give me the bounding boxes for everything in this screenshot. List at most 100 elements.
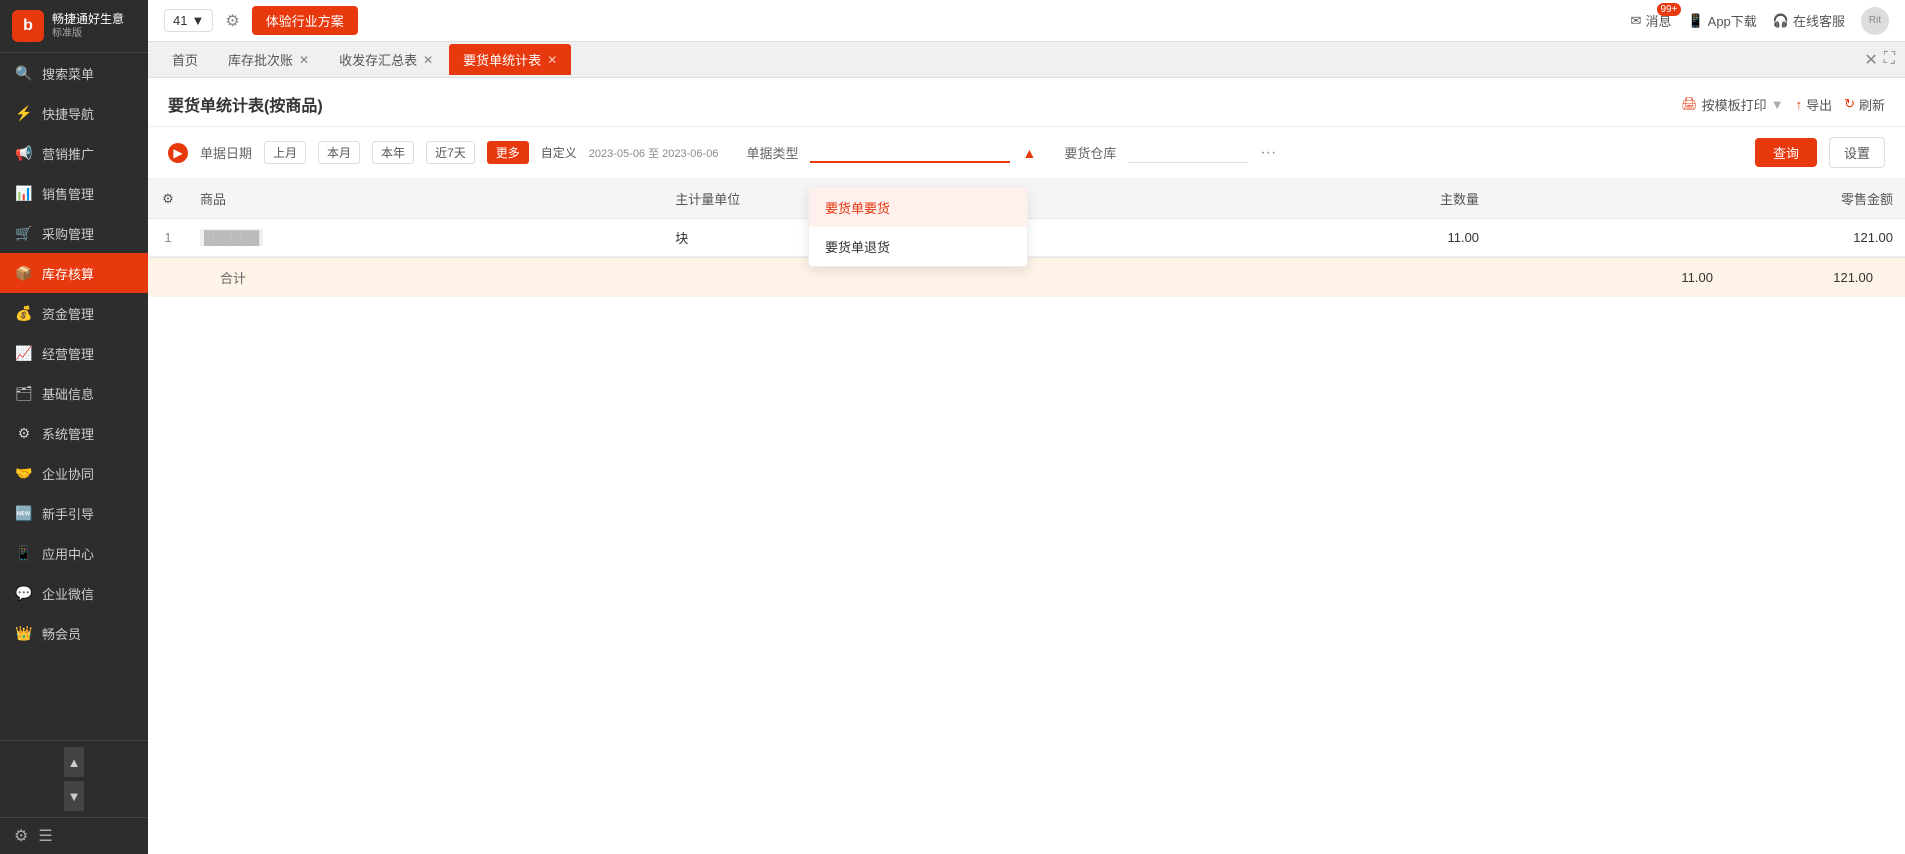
sidebar-item-operations[interactable]: 📈经营管理 bbox=[0, 333, 148, 373]
last-7-days-btn[interactable]: 近7天 bbox=[426, 141, 475, 164]
tab-close-batch[interactable]: ✕ bbox=[299, 53, 309, 67]
sidebar-item-marketing[interactable]: 📢营销推广 bbox=[0, 133, 148, 173]
basic-icon: 🗂 bbox=[14, 383, 34, 403]
download-icon: 📱 bbox=[1687, 13, 1703, 29]
query-btn[interactable]: 查询 bbox=[1755, 138, 1817, 167]
tab-label-summary: 收发存汇总表 bbox=[339, 50, 417, 69]
sidebar-item-guide[interactable]: 🆕新手引导 bbox=[0, 493, 148, 533]
main-area: 41 ▼ ⚙ 体验行业方案 ✉ 消息 99+ 📱 App下载 🎧 在线客服 Ri… bbox=[148, 0, 1905, 854]
sidebar-item-inventory[interactable]: 📦库存核算 bbox=[0, 253, 148, 293]
warehouse-label: 要货仓库 bbox=[1064, 143, 1116, 162]
sales-icon: 📊 bbox=[14, 183, 34, 203]
company-selector[interactable]: 41 ▼ bbox=[164, 9, 213, 32]
print-chevron-icon: ▼ bbox=[1771, 97, 1784, 112]
refresh-btn[interactable]: ↻ 刷新 bbox=[1844, 95, 1885, 114]
sidebar-item-purchase[interactable]: 🛒采购管理 bbox=[0, 213, 148, 253]
sidebar-item-quicknav[interactable]: ⚡快捷导航 bbox=[0, 93, 148, 133]
type-label: 单据类型 bbox=[746, 143, 798, 162]
sidebar-item-finance[interactable]: 💰资金管理 bbox=[0, 293, 148, 333]
purchase-icon: 🛒 bbox=[14, 223, 34, 243]
tab-order_stat[interactable]: 要货单统计表✕ bbox=[449, 44, 571, 75]
settings-btn[interactable]: 设置 bbox=[1829, 137, 1885, 168]
sidebar-item-label-basic: 基础信息 bbox=[42, 384, 94, 403]
filter-more-icon[interactable]: ··· bbox=[1260, 144, 1276, 162]
tab-home[interactable]: 首页 bbox=[158, 44, 212, 75]
this-year-btn[interactable]: 本年 bbox=[372, 141, 414, 164]
dropdown-item-return[interactable]: 要货单退货 bbox=[809, 227, 1027, 266]
export-btn[interactable]: ↑ 导出 bbox=[1796, 95, 1833, 114]
page-header-actions: 🖨 按模板打印 ▼ ↑ 导出 ↻ 刷新 bbox=[1681, 95, 1885, 114]
topbar: 41 ▼ ⚙ 体验行业方案 ✉ 消息 99+ 📱 App下载 🎧 在线客服 Ri… bbox=[148, 0, 1905, 42]
date-range-display: 2023-05-06 至 2023-06-06 bbox=[589, 145, 719, 161]
vip-icon: 👑 bbox=[14, 623, 34, 643]
sidebar-item-basic[interactable]: 🗂 基础信息 bbox=[0, 373, 148, 413]
sidebar-item-apps[interactable]: 📱 应用中心 bbox=[0, 533, 148, 573]
trial-btn[interactable]: 体验行业方案 bbox=[252, 6, 358, 35]
tab-close-order_stat[interactable]: ✕ bbox=[547, 53, 557, 67]
dropdown-item-order[interactable]: 要货单要货 bbox=[809, 188, 1027, 227]
sidebar-nav: 🔍搜索菜单⚡快捷导航📢营销推广📊销售管理🛒采购管理📦库存核算💰资金管理📈经营管理… bbox=[0, 53, 148, 740]
tab-expand-icon[interactable]: ⛶ bbox=[1884, 50, 1895, 70]
refresh-icon: ↻ bbox=[1844, 96, 1855, 112]
last-month-btn[interactable]: 上月 bbox=[264, 141, 306, 164]
sidebar-item-label-guide: 新手引导 bbox=[42, 504, 94, 523]
sidebar-item-wechat[interactable]: 💬企业微信 bbox=[0, 573, 148, 613]
this-month-btn[interactable]: 本月 bbox=[318, 141, 360, 164]
print-btn[interactable]: 🖨 按模板打印 ▼ bbox=[1681, 95, 1783, 114]
row-qty-0: 11.00 bbox=[1148, 219, 1491, 257]
col-amount-header: 零售金额 bbox=[1491, 179, 1905, 219]
enterprise-icon: 🤝 bbox=[14, 463, 34, 483]
row-num-0: 1 bbox=[148, 219, 188, 257]
app-logo-icon: b bbox=[12, 10, 44, 42]
topbar-settings-icon[interactable]: ⚙ bbox=[225, 11, 239, 31]
tab-label-home: 首页 bbox=[172, 50, 198, 69]
type-dropdown-arrow[interactable]: ▲ bbox=[1022, 145, 1036, 161]
filter-bar: ▶ 单据日期 上月 本月 本年 近7天 更多 自定义 2023-05-06 至 … bbox=[148, 127, 1905, 179]
tab-batch[interactable]: 库存批次账 ✕ bbox=[214, 44, 323, 75]
total-values: 11.00 121.00 bbox=[1633, 270, 1893, 285]
avatar[interactable]: Rit bbox=[1861, 7, 1889, 35]
more-date-btn[interactable]: 更多 bbox=[487, 141, 529, 164]
quicknav-icon: ⚡ bbox=[14, 103, 34, 123]
settings-icon[interactable]: ⚙ bbox=[14, 826, 28, 846]
tab-summary[interactable]: 收发存汇总表 ✕ bbox=[325, 44, 447, 75]
warehouse-input[interactable] bbox=[1128, 143, 1248, 163]
page-header: 要货单统计表(按商品) 🖨 按模板打印 ▼ ↑ 导出 ↻ 刷新 bbox=[148, 78, 1905, 127]
sidebar-scroll-down[interactable]: ▼ bbox=[64, 781, 84, 811]
sidebar-item-enterprise[interactable]: 🤝企业协同 bbox=[0, 453, 148, 493]
marketing-icon: 📢 bbox=[14, 143, 34, 163]
type-input[interactable] bbox=[810, 142, 1010, 163]
tabs-bar-right: ✕ ⛶ bbox=[1864, 50, 1895, 70]
sidebar-scroll-up[interactable]: ▲ bbox=[64, 747, 84, 777]
custom-date-btn[interactable]: 自定义 bbox=[541, 144, 577, 161]
app-download-btn[interactable]: 📱 App下载 bbox=[1687, 11, 1756, 30]
row-product-0: ██████ bbox=[188, 219, 663, 257]
wechat-icon: 💬 bbox=[14, 583, 34, 603]
finance-icon: 💰 bbox=[14, 303, 34, 323]
tab-close-summary[interactable]: ✕ bbox=[423, 53, 433, 67]
sidebar-item-system[interactable]: ⚙系统管理 bbox=[0, 413, 148, 453]
total-qty: 11.00 bbox=[1633, 270, 1713, 285]
filter-expand-btn[interactable]: ▶ bbox=[168, 143, 188, 163]
date-label: 单据日期 bbox=[200, 143, 252, 162]
page-title: 要货单统计表(按商品) bbox=[168, 92, 323, 116]
col-product-header: 商品 bbox=[188, 179, 663, 219]
tab-label-batch: 库存批次账 bbox=[228, 50, 293, 69]
message-icon: ✉ bbox=[1631, 13, 1642, 29]
print-icon: 🖨 bbox=[1681, 96, 1698, 112]
topbar-right: ✉ 消息 99+ 📱 App下载 🎧 在线客服 Rit bbox=[1631, 7, 1889, 35]
apps-icon: 📱 bbox=[14, 543, 34, 563]
sidebar-item-label-apps: 应用中心 bbox=[42, 544, 94, 563]
sidebar-item-label-inventory: 库存核算 bbox=[42, 264, 94, 283]
content-area: 要货单统计表(按商品) 🖨 按模板打印 ▼ ↑ 导出 ↻ 刷新 ▶ bbox=[148, 78, 1905, 854]
service-btn[interactable]: 🎧 在线客服 bbox=[1773, 11, 1845, 30]
tabs-container: 首页库存批次账✕收发存汇总表✕要货单统计表✕ bbox=[158, 44, 571, 75]
sidebar-item-sales[interactable]: 📊销售管理 bbox=[0, 173, 148, 213]
type-dropdown: 要货单要货要货单退货 bbox=[808, 187, 1028, 267]
sidebar-item-search[interactable]: 🔍搜索菜单 bbox=[0, 53, 148, 93]
sidebar-item-vip[interactable]: 👑畅会员 bbox=[0, 613, 148, 653]
search-icon: 🔍 bbox=[14, 63, 34, 83]
tab-close-all-icon[interactable]: ✕ bbox=[1864, 50, 1877, 70]
menu-collapse-icon[interactable]: ☰ bbox=[38, 826, 52, 846]
messages-btn[interactable]: ✉ 消息 99+ bbox=[1631, 11, 1672, 30]
